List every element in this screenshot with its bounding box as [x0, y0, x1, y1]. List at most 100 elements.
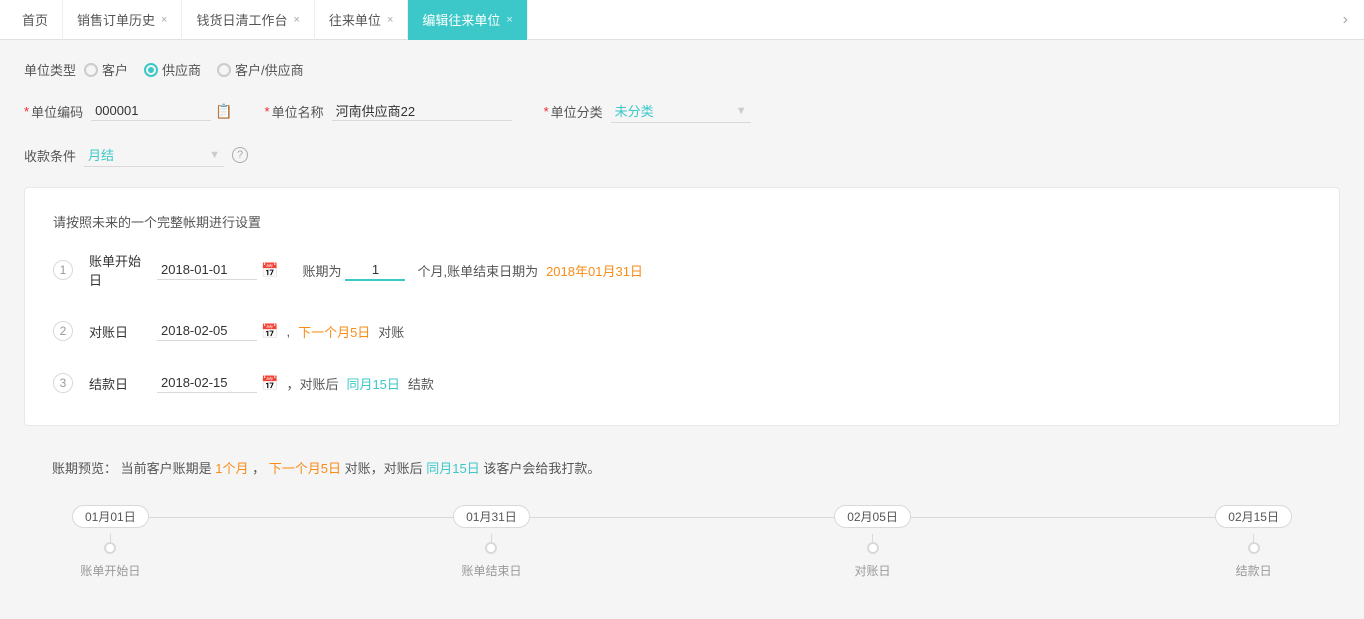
unit-name-group: * 单位名称 — [265, 101, 512, 121]
unit-code-label: 单位编码 — [31, 102, 83, 121]
preview-section: 账期预览： 当前客户账期是 1个月 ， 下一个月5日 对账，对账后 同月15日 … — [24, 442, 1340, 599]
timeline-bubble-0: 01月01日 — [72, 505, 149, 528]
unit-name-label: 单位名称 — [272, 102, 324, 121]
preview-label: 账期预览： — [52, 461, 117, 476]
preview-reconcile-highlight: 下一个月5日 — [269, 461, 341, 476]
timeline-point-1: 01月31日 账单结束日 — [453, 505, 530, 579]
timeline-connector-3 — [1253, 534, 1254, 542]
period-num-1: 1 — [53, 260, 73, 280]
unit-category-arrow-icon: ▼ — [736, 105, 747, 117]
payment-terms-dropdown[interactable]: 月结 ▼ — [84, 143, 224, 167]
timeline-point-2: 02月05日 对账日 — [834, 505, 911, 579]
timeline-bubble-1: 01月31日 — [453, 505, 530, 528]
unit-code-group: * 单位编码 📋 — [24, 101, 233, 121]
tab-edit-partner-close[interactable]: × — [506, 14, 512, 26]
tab-partner[interactable]: 往来单位 × — [315, 0, 408, 40]
timeline-points: 01月01日 账单开始日 01月31日 — [72, 505, 1292, 579]
unit-code-calendar-icon[interactable]: 📋 — [215, 103, 232, 120]
period-end-date-highlight: 2018年01月31日 — [546, 261, 643, 280]
timeline-label-2: 对账日 — [855, 562, 891, 579]
timeline-dot-3 — [1248, 542, 1260, 554]
tab-edit-partner[interactable]: 编辑往来单位 × — [408, 0, 527, 40]
radio-both[interactable]: 客户/供应商 — [217, 60, 304, 79]
payment-terms-row: 收款条件 月结 ▼ ? — [24, 143, 1340, 167]
timeline-dot-1 — [485, 542, 497, 554]
tab-home[interactable]: 首页 — [8, 0, 63, 40]
radio-supplier-circle — [144, 63, 158, 77]
period-card: 请按照未来的一个完整帐期进行设置 1 账单开始日 📅 账期为 个月,账单结束日期… — [24, 187, 1340, 426]
preview-before: 当前客户账期是 — [121, 461, 212, 476]
period-row-3: 3 结款日 📅 ，对账后 同月15日 结款 — [53, 373, 1311, 401]
unit-category-group: * 单位分类 未分类 ▼ — [544, 99, 751, 123]
period-label-2: 对账日 — [89, 322, 145, 341]
period-desc-suffix-1: 个月,账单结束日期为 — [417, 261, 538, 280]
period-reconcile-highlight: 下一个月5日 — [298, 322, 370, 341]
timeline-connector-2 — [872, 534, 873, 542]
page-content: 单位类型 客户 供应商 客户/供应商 * 单位编码 📋 * 单位名称 — [0, 40, 1364, 619]
timeline-label-3: 结款日 — [1236, 562, 1272, 579]
timeline-container: 01月01日 账单开始日 01月31日 — [52, 505, 1312, 579]
period-row-1: 1 账单开始日 📅 账期为 个月,账单结束日期为 2018年01月31日 — [53, 251, 1311, 297]
timeline-connector-0 — [110, 534, 111, 542]
preview-middle1: ， — [252, 461, 265, 476]
period-date-input-3[interactable] — [157, 373, 257, 393]
payment-terms-label: 收款条件 — [24, 146, 76, 165]
unit-info-row: * 单位编码 📋 * 单位名称 * 单位分类 未分类 ▼ — [24, 99, 1340, 123]
timeline-dot-0 — [104, 542, 116, 554]
unit-name-input[interactable] — [332, 101, 512, 121]
unit-category-star: * — [544, 104, 549, 119]
timeline-label-1: 账单结束日 — [461, 562, 521, 579]
period-date-input-1[interactable] — [157, 260, 257, 280]
unit-type-label: 单位类型 — [24, 60, 76, 79]
period-month-input[interactable] — [345, 260, 405, 281]
period-desc-prefix-1: 账期为 — [302, 261, 341, 280]
tab-cash-work[interactable]: 钱货日清工作台 × — [182, 0, 314, 40]
period-desc-2-before: , — [286, 324, 290, 339]
period-cal-icon-1[interactable]: 📅 — [261, 262, 278, 279]
timeline-bubble-3: 02月15日 — [1215, 505, 1292, 528]
period-cal-icon-3[interactable]: 📅 — [261, 375, 278, 392]
period-payment-highlight: 同月15日 — [346, 374, 399, 393]
preview-period-highlight: 1个月 — [215, 461, 248, 476]
unit-code-star: * — [24, 104, 29, 119]
preview-payment-highlight: 同月15日 — [426, 461, 479, 476]
preview-text: 账期预览： 当前客户账期是 1个月 ， 下一个月5日 对账，对账后 同月15日 … — [52, 458, 1312, 477]
tab-sales-history-close[interactable]: × — [161, 14, 167, 26]
radio-customer[interactable]: 客户 — [84, 60, 128, 79]
timeline-bubble-2: 02月05日 — [834, 505, 911, 528]
period-label-1: 账单开始日 — [89, 251, 145, 289]
tab-cash-work-close[interactable]: × — [293, 14, 299, 26]
timeline-dot-2 — [867, 542, 879, 554]
timeline-point-3: 02月15日 结款日 — [1215, 505, 1292, 579]
tab-partner-close[interactable]: × — [387, 14, 393, 26]
payment-terms-arrow-icon: ▼ — [209, 149, 220, 161]
tabs-bar: 首页 销售订单历史 × 钱货日清工作台 × 往来单位 × 编辑往来单位 × › — [0, 0, 1364, 40]
tab-more-button[interactable]: › — [1335, 0, 1356, 40]
period-card-title: 请按照未来的一个完整帐期进行设置 — [53, 212, 1311, 231]
period-desc-3-after: 结款 — [408, 374, 434, 393]
preview-middle2: 对账，对账后 — [345, 461, 423, 476]
timeline-point-0: 01月01日 账单开始日 — [72, 505, 149, 579]
radio-both-circle — [217, 63, 231, 77]
tab-sales-history[interactable]: 销售订单历史 × — [63, 0, 182, 40]
period-num-3: 3 — [53, 373, 73, 393]
unit-type-radio-group: 客户 供应商 客户/供应商 — [84, 60, 304, 79]
payment-terms-help-icon[interactable]: ? — [232, 147, 248, 163]
unit-code-input[interactable] — [91, 101, 211, 121]
timeline-label-0: 账单开始日 — [80, 562, 140, 579]
period-desc-3-before: ，对账后 — [286, 374, 338, 393]
unit-type-row: 单位类型 客户 供应商 客户/供应商 — [24, 60, 1340, 79]
unit-category-value: 未分类 — [615, 101, 732, 120]
timeline-connector-1 — [491, 534, 492, 542]
preview-end: 该客户会给我打款。 — [483, 461, 600, 476]
period-num-2: 2 — [53, 321, 73, 341]
period-desc-2-after: 对账 — [378, 322, 404, 341]
unit-category-label: 单位分类 — [551, 102, 603, 121]
period-date-input-2[interactable] — [157, 321, 257, 341]
radio-customer-circle — [84, 63, 98, 77]
period-label-3: 结款日 — [89, 374, 145, 393]
period-cal-icon-2[interactable]: 📅 — [261, 323, 278, 340]
unit-category-dropdown[interactable]: 未分类 ▼ — [611, 99, 751, 123]
period-row-2: 2 对账日 📅 , 下一个月5日 对账 — [53, 321, 1311, 349]
radio-supplier[interactable]: 供应商 — [144, 60, 201, 79]
